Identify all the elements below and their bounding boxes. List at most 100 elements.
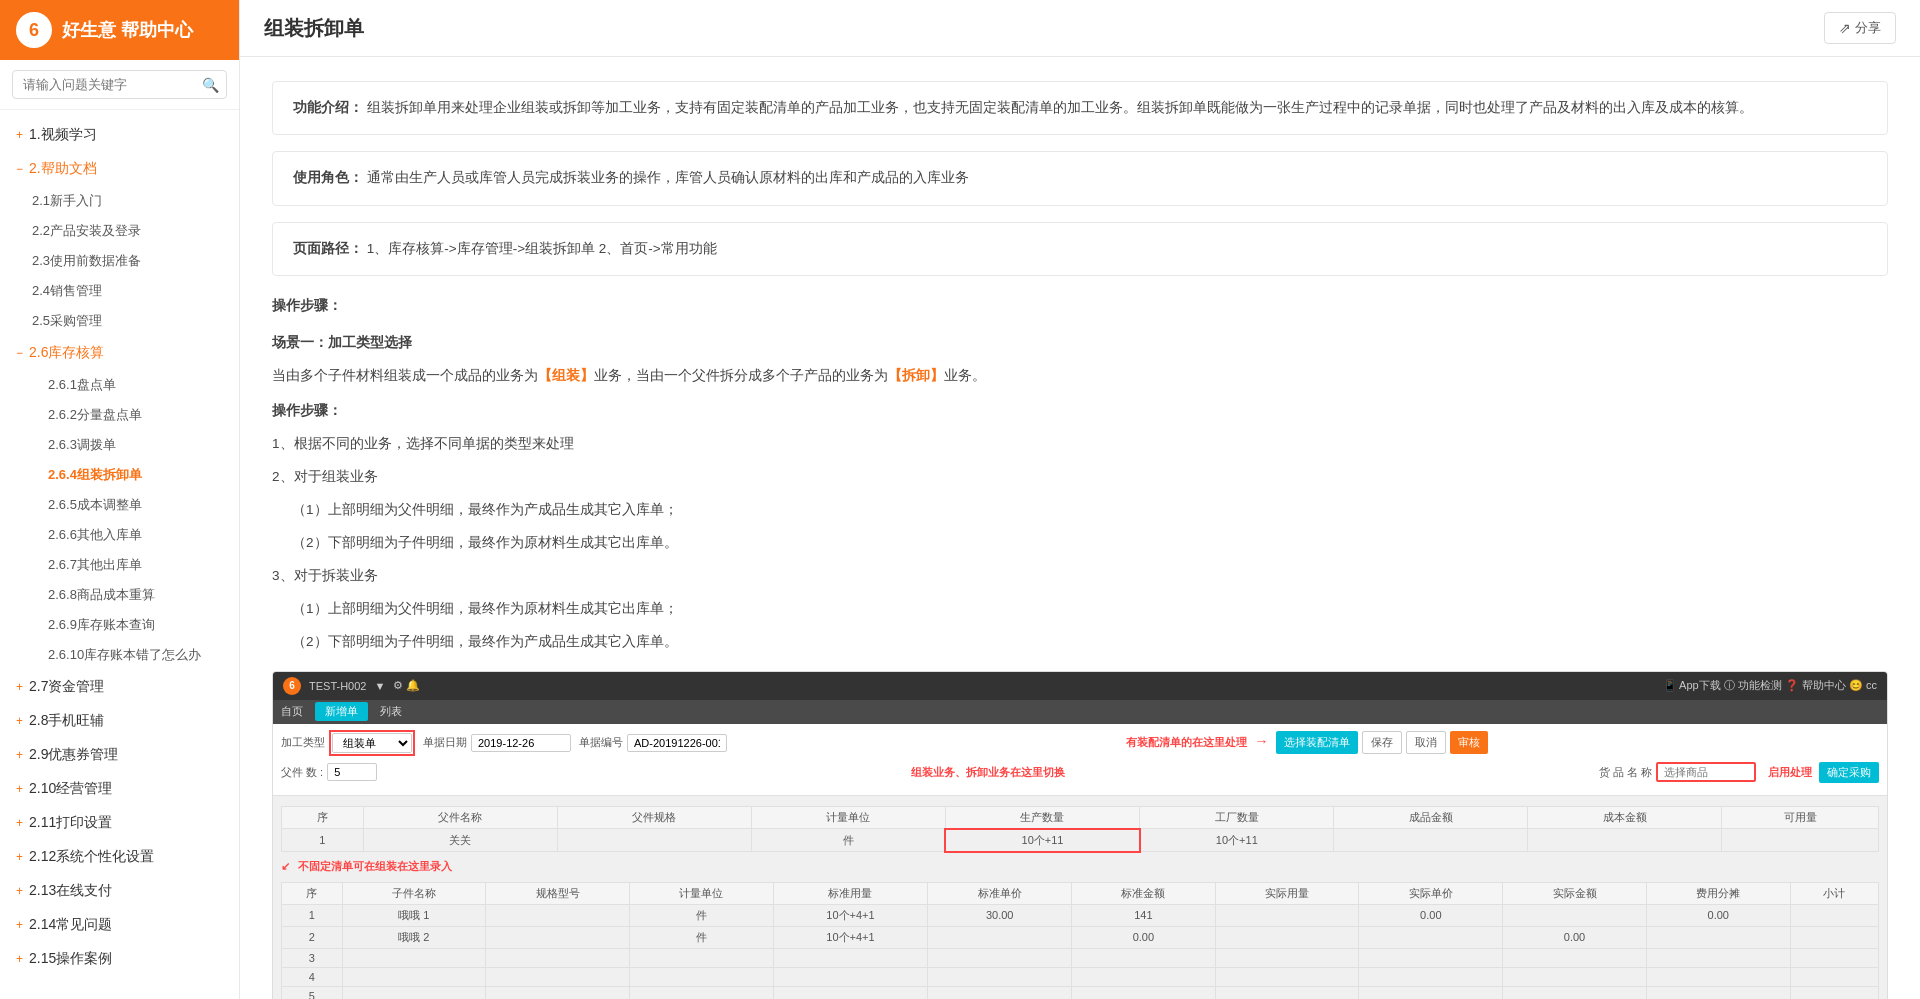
sidebar-item-sales[interactable]: 2.4销售管理 (0, 276, 239, 306)
ss-btn-cancel[interactable]: 取消 (1406, 731, 1446, 754)
ss-th-parent-spec: 父件规格 (557, 806, 751, 829)
sidebar-item-new-user[interactable]: 2.1新手入门 (0, 186, 239, 216)
ss-sub-th-std-amt: 标准金额 (1072, 882, 1216, 904)
sidebar-item-assembly[interactable]: 2.6.4组装拆卸单 (0, 460, 239, 490)
sidebar-item-cases-label: 2.15操作案例 (29, 950, 112, 968)
step2: 2、对于组装业务 (272, 463, 1888, 490)
ss-annotation3: 启用处理 (1768, 766, 1812, 778)
ss-btn-confirm[interactable]: 审核 (1450, 731, 1488, 754)
step3: 3、对于拆装业务 (272, 562, 1888, 589)
sidebar-header: 6 好生意 帮助中心 (0, 0, 239, 60)
scene1-desc: 当由多个子件材料组装成一个成品的业务为【组装】业务，当由一个父件拆分成多个子产品… (272, 362, 1888, 389)
path-label: 页面路径： (293, 241, 363, 256)
ss-goods-label: 货 品 名 称 (1599, 765, 1652, 780)
sidebar-item-stock-err[interactable]: 2.6.10库存账本错了怎么办 (0, 640, 239, 670)
step3-2: （2）下部明细为子件明细，最终作为产成品生成其它入库单。 (272, 628, 1888, 655)
expand-icon-custom: + (16, 850, 23, 864)
ss-app-icons: 📱 App下载 ⓘ 功能检测 ❓ 帮助中心 😊 cc (1663, 678, 1877, 693)
ss-goods-input[interactable] (1656, 762, 1756, 782)
ss-menu: 自页 新增单 列表 (273, 700, 1887, 724)
sidebar-item-other-in[interactable]: 2.6.6其他入库单 (0, 520, 239, 550)
ss-menu-new: 新增单 (315, 702, 368, 721)
expand-icon-online-pay: + (16, 884, 23, 898)
sidebar-item-video-label: 1.视频学习 (29, 126, 97, 144)
sidebar-item-print-label: 2.11打印设置 (29, 814, 112, 832)
mock-screenshot: 6 TEST-H002 ▼ ⚙ 🔔 📱 App下载 ⓘ 功能检测 ❓ 帮助中心 … (273, 672, 1887, 999)
sidebar-item-online-pay[interactable]: + 2.13在线支付 (0, 874, 239, 908)
ss-th-unit: 计量单位 (751, 806, 945, 829)
ss-arrow-down: ↙ (281, 860, 290, 873)
ss-date-input[interactable] (471, 734, 571, 752)
step3-1: （1）上部明细为父件明细，最终作为原材料生成其它出库单； (272, 595, 1888, 622)
sidebar-item-print[interactable]: + 2.11打印设置 (0, 806, 239, 840)
ss-annotation3-area: 启用处理 确定采购 (1768, 762, 1879, 783)
sidebar-item-install[interactable]: 2.2产品安装及登录 (0, 216, 239, 246)
ss-annotation2: 组装业务、拆卸业务在这里切换 (911, 766, 1065, 778)
ss-icons: ⚙ 🔔 (393, 679, 420, 692)
table-row: 1 关关 件 10个+11 10个+11 (282, 829, 1879, 852)
ss-menu-home: 自页 (281, 704, 303, 719)
sidebar-item-coupon[interactable]: + 2.9优惠券管理 (0, 738, 239, 772)
ss-btn-save[interactable]: 保存 (1362, 731, 1402, 754)
sidebar-item-inventory[interactable]: − 2.6库存核算 (0, 336, 239, 370)
expand-icon-print: + (16, 816, 23, 830)
app-title: 好生意 帮助中心 (62, 18, 193, 42)
ss-sub-th-act-amt: 实际金额 (1503, 882, 1647, 904)
share-label: 分享 (1855, 19, 1881, 37)
feature-intro-label: 功能介绍： (293, 100, 363, 115)
ss-confirm-btn[interactable]: 确定采购 (1819, 762, 1879, 783)
sidebar-item-transfer[interactable]: 2.6.3调拨单 (0, 430, 239, 460)
ss-th-prod-qty: 生产数量 (945, 806, 1139, 829)
path-block: 页面路径： 1、库存核算->库存管理->组装拆卸单 2、首页->常用功能 (272, 222, 1888, 276)
ss-order-input[interactable] (627, 734, 727, 752)
ss-field-order: 单据编号 (579, 734, 727, 752)
ss-btn-assembly[interactable]: 选择装配清单 (1276, 731, 1358, 754)
sidebar-item-faq-label: 2.14常见问题 (29, 916, 112, 934)
sidebar-item-video[interactable]: + 1.视频学习 (0, 118, 239, 152)
ss-sub-th-seq: 序 (282, 882, 343, 904)
ss-count-input[interactable] (327, 763, 377, 781)
sidebar-item-partial-stock[interactable]: 2.6.2分量盘点单 (0, 400, 239, 430)
sidebar-item-cost-adj[interactable]: 2.6.5成本调整单 (0, 490, 239, 520)
ss-th-factory-qty: 工厂数量 (1140, 806, 1334, 829)
share-button[interactable]: ⇗ 分享 (1824, 12, 1896, 44)
expand-icon-cases: + (16, 952, 23, 966)
ss-sub-th-act-qty: 实际用量 (1215, 882, 1359, 904)
ss-sub-th-alloc: 费用分摊 (1646, 882, 1790, 904)
sidebar-search-area: 🔍 (0, 60, 239, 110)
sidebar-item-cases[interactable]: + 2.15操作案例 (0, 942, 239, 976)
sidebar-item-custom[interactable]: + 2.12系统个性化设置 (0, 840, 239, 874)
expand-icon-faq: + (16, 918, 23, 932)
search-input[interactable] (12, 70, 227, 99)
sidebar-item-purchase[interactable]: 2.5采购管理 (0, 306, 239, 336)
ss-th-parent-name: 父件名称 (363, 806, 557, 829)
sidebar-item-docs[interactable]: − 2.帮助文档 (0, 152, 239, 186)
scene1-label: 场景一：加工类型选择 (272, 335, 412, 350)
ss-sub-th-subtotal: 小计 (1790, 882, 1878, 904)
ss-annotation2-area: 组装业务、拆卸业务在这里切换 (385, 765, 1591, 780)
ss-td-prod-qty: 10个+11 (945, 829, 1139, 852)
sidebar-item-mobile[interactable]: + 2.8手机旺辅 (0, 704, 239, 738)
sidebar-item-faq[interactable]: + 2.14常见问题 (0, 908, 239, 942)
ss-td-unit: 件 (751, 829, 945, 852)
steps-content: 操作步骤： 场景一：加工类型选择 当由多个子件材料组装成一个成品的业务为【组装】… (272, 292, 1888, 655)
sidebar-item-stock-check[interactable]: 2.6.9库存账本查询 (0, 610, 239, 640)
sidebar-item-ops[interactable]: + 2.10经营管理 (0, 772, 239, 806)
ss-field-date: 单据日期 (423, 734, 571, 752)
sidebar-item-data-prep[interactable]: 2.3使用前数据准备 (0, 246, 239, 276)
sidebar-item-cost-calc[interactable]: 2.6.8商品成本重算 (0, 580, 239, 610)
sidebar-nav: + 1.视频学习 − 2.帮助文档 2.1新手入门 2.2产品安装及登录 2.3… (0, 110, 239, 999)
ops-steps-sub-label: 操作步骤： (272, 397, 1888, 424)
sidebar-item-finance[interactable]: + 2.7资金管理 (0, 670, 239, 704)
ss-sub-table: 序 子件名称 规格型号 计量单位 标准用量 标准单价 标准金额 实际用量 实际单… (281, 882, 1879, 999)
ss-td-seq: 1 (282, 829, 364, 852)
ss-field-type: 加工类型 组装单 拆卸单 (281, 730, 415, 756)
screenshot-container: 6 TEST-H002 ▼ ⚙ 🔔 📱 App下载 ⓘ 功能检测 ❓ 帮助中心 … (272, 671, 1888, 999)
path-text: 1、库存核算->库存管理->组装拆卸单 2、首页->常用功能 (367, 241, 717, 256)
ss-th-cost-amt: 成本金额 (1528, 806, 1722, 829)
ss-type-select[interactable]: 组装单 拆卸单 (332, 733, 412, 753)
table-row: 2 哦哦 2 件 10个+4+1 0.00 0.00 (282, 926, 1879, 948)
sidebar-item-other-out[interactable]: 2.6.7其他出库单 (0, 550, 239, 580)
sidebar-item-ops-label: 2.10经营管理 (29, 780, 112, 798)
sidebar-item-stocktake[interactable]: 2.6.1盘点单 (0, 370, 239, 400)
